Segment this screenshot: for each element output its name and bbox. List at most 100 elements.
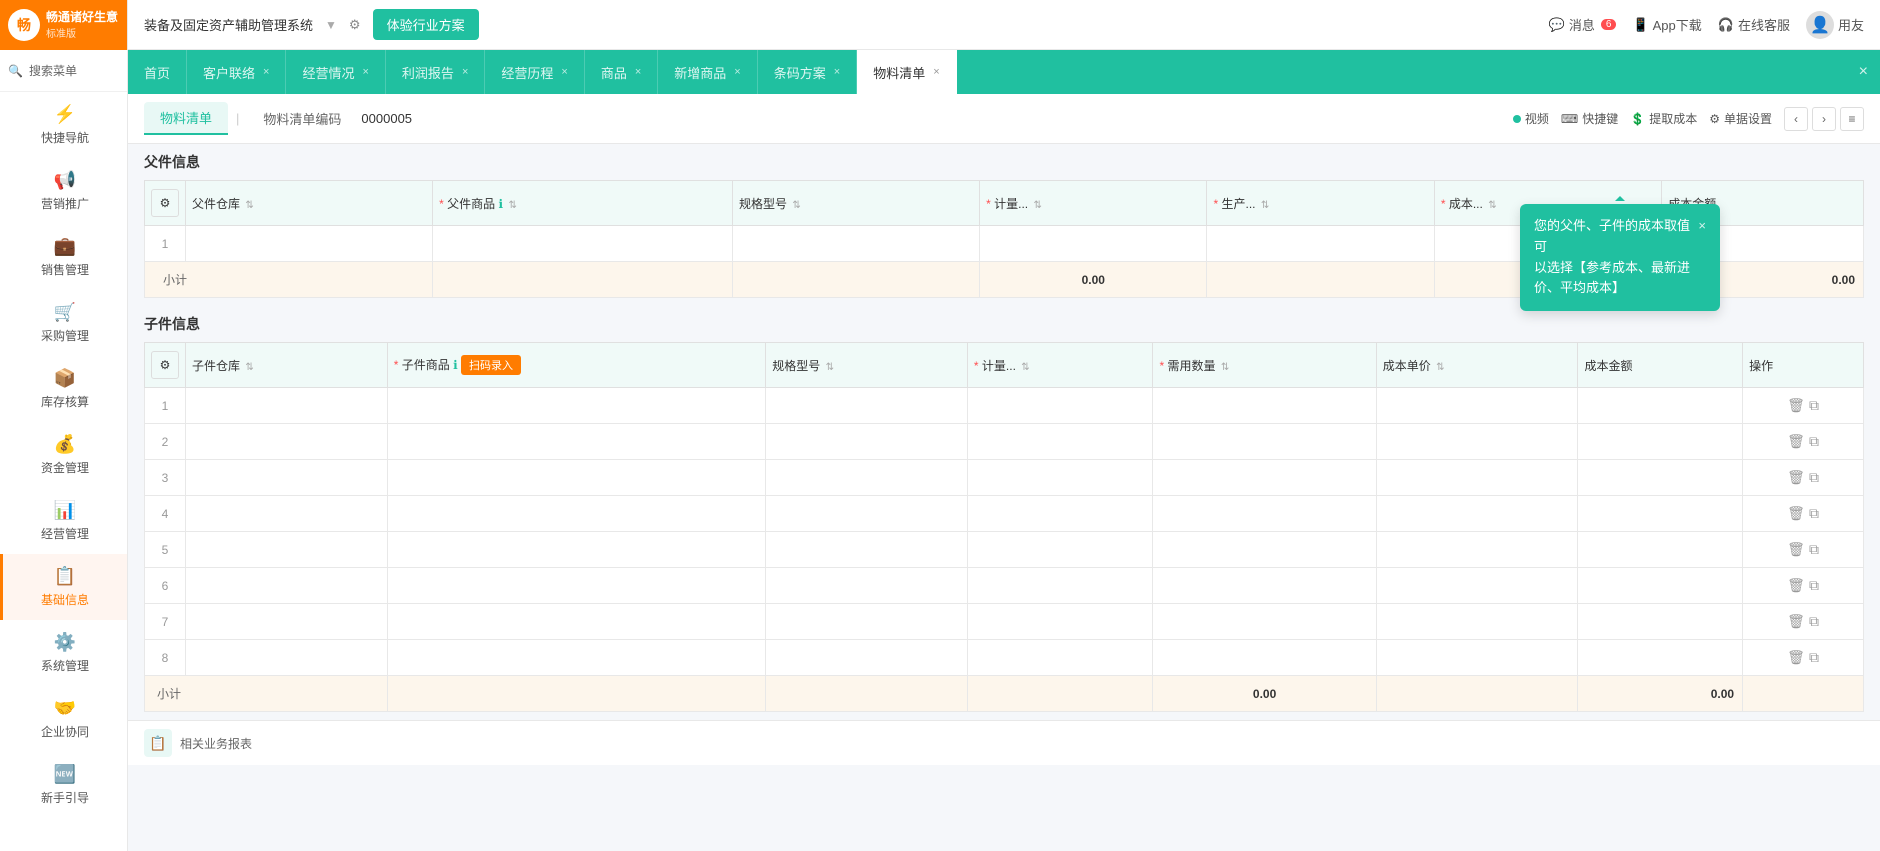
parent-settings-icon[interactable]: ⚙ bbox=[151, 189, 179, 217]
child-warehouse-cell[interactable] bbox=[186, 496, 388, 532]
sidebar-item-basic[interactable]: 📋 基础信息 bbox=[0, 554, 127, 620]
child-unit-cell[interactable] bbox=[967, 424, 1153, 460]
tab-operations-close[interactable]: × bbox=[362, 66, 368, 78]
scan-input-button[interactable]: 扫码录入 bbox=[461, 355, 521, 375]
child-product-cell[interactable] bbox=[387, 496, 766, 532]
delete-icon[interactable]: 🗑 bbox=[1787, 649, 1805, 666]
child-spec-cell[interactable] bbox=[766, 532, 968, 568]
child-warehouse-cell[interactable] bbox=[186, 388, 388, 424]
child-unit-cell[interactable] bbox=[967, 388, 1153, 424]
child-spec-cell[interactable] bbox=[766, 640, 968, 676]
child-qty-cell[interactable] bbox=[1153, 496, 1376, 532]
tooltip-close-button[interactable]: × bbox=[1698, 216, 1706, 237]
tab-barcode[interactable]: 条码方案 × bbox=[758, 50, 857, 94]
child-product-cell[interactable] bbox=[387, 460, 766, 496]
copy-icon[interactable]: ⧉ bbox=[1809, 505, 1819, 522]
sub-tab-bom-code[interactable]: 物料清单编码 bbox=[247, 103, 357, 134]
child-spec-cell[interactable] bbox=[766, 460, 968, 496]
tab-history[interactable]: 经营历程 × bbox=[485, 50, 584, 94]
shortcut-action[interactable]: ⌨ 快捷键 bbox=[1561, 110, 1618, 127]
parent-product-cell[interactable] bbox=[433, 226, 733, 262]
sidebar-item-purchase[interactable]: 🛒 采购管理 bbox=[0, 290, 127, 356]
tab-customer[interactable]: 客户联络 × bbox=[187, 50, 286, 94]
delete-icon[interactable]: 🗑 bbox=[1787, 433, 1805, 450]
message-button[interactable]: 💬 消息 6 bbox=[1549, 15, 1617, 34]
tab-products[interactable]: 商品 × bbox=[585, 50, 658, 94]
child-unit-cost-cell[interactable] bbox=[1376, 424, 1578, 460]
child-unit-cell[interactable] bbox=[967, 568, 1153, 604]
child-unit-cost-cell[interactable] bbox=[1376, 532, 1578, 568]
child-spec-cell[interactable] bbox=[766, 388, 968, 424]
child-spec-cell[interactable] bbox=[766, 568, 968, 604]
child-spec-cell[interactable] bbox=[766, 496, 968, 532]
delete-icon[interactable]: 🗑 bbox=[1787, 613, 1805, 630]
child-settings-icon[interactable]: ⚙ bbox=[151, 351, 179, 379]
delete-icon[interactable]: 🗑 bbox=[1787, 541, 1805, 558]
child-product-cell[interactable] bbox=[387, 532, 766, 568]
tab-new-products[interactable]: 新增商品 × bbox=[658, 50, 757, 94]
sidebar-item-guide[interactable]: 🆕 新手引导 bbox=[0, 752, 127, 818]
parent-unit-cell[interactable] bbox=[980, 226, 1207, 262]
delete-icon[interactable]: 🗑 bbox=[1787, 505, 1805, 522]
copy-icon[interactable]: ⧉ bbox=[1809, 433, 1819, 450]
child-qty-cell[interactable] bbox=[1153, 568, 1376, 604]
child-warehouse-cell[interactable] bbox=[186, 532, 388, 568]
tab-products-close[interactable]: × bbox=[635, 66, 641, 78]
parent-warehouse-cell[interactable] bbox=[186, 226, 433, 262]
sub-tab-bom-list[interactable]: 物料清单 bbox=[144, 102, 228, 135]
child-spec-cell[interactable] bbox=[766, 424, 968, 460]
child-warehouse-cell[interactable] bbox=[186, 568, 388, 604]
child-warehouse-cell[interactable] bbox=[186, 640, 388, 676]
tab-bom[interactable]: 物料清单 × bbox=[857, 50, 956, 94]
sidebar-item-marketing[interactable]: 📢 营销推广 bbox=[0, 158, 127, 224]
child-product-cell[interactable] bbox=[387, 388, 766, 424]
try-plan-button[interactable]: 体验行业方案 bbox=[373, 9, 479, 40]
tab-barcode-close[interactable]: × bbox=[834, 66, 840, 78]
app-download-button[interactable]: 📱 App下载 bbox=[1632, 15, 1701, 34]
child-unit-cell[interactable] bbox=[967, 532, 1153, 568]
copy-icon[interactable]: ⧉ bbox=[1809, 469, 1819, 486]
child-warehouse-cell[interactable] bbox=[186, 424, 388, 460]
child-unit-cost-cell[interactable] bbox=[1376, 496, 1578, 532]
child-qty-cell[interactable] bbox=[1153, 460, 1376, 496]
child-product-cell[interactable] bbox=[387, 640, 766, 676]
child-unit-cell[interactable] bbox=[967, 496, 1153, 532]
settings-icon[interactable]: ⚙ bbox=[349, 17, 361, 33]
copy-icon[interactable]: ⧉ bbox=[1809, 613, 1819, 630]
copy-icon[interactable]: ⧉ bbox=[1809, 397, 1819, 414]
child-unit-cost-cell[interactable] bbox=[1376, 640, 1578, 676]
sidebar-item-inventory[interactable]: 📦 库存核算 bbox=[0, 356, 127, 422]
child-warehouse-cell[interactable] bbox=[186, 604, 388, 640]
settings-action[interactable]: ⚙ 单据设置 bbox=[1709, 110, 1772, 127]
user-menu[interactable]: 👤 用友 bbox=[1806, 11, 1864, 39]
tab-customer-close[interactable]: × bbox=[263, 66, 269, 78]
sidebar-item-system[interactable]: ⚙️ 系统管理 bbox=[0, 620, 127, 686]
tab-history-close[interactable]: × bbox=[561, 66, 567, 78]
parent-spec-cell[interactable] bbox=[732, 226, 979, 262]
sidebar-item-quicknav[interactable]: ⚡ 快捷导航 bbox=[0, 92, 127, 158]
nav-prev-button[interactable]: ‹ bbox=[1784, 107, 1808, 131]
child-qty-cell[interactable] bbox=[1153, 388, 1376, 424]
tab-new-products-close[interactable]: × bbox=[734, 66, 740, 78]
nav-next-button[interactable]: › bbox=[1812, 107, 1836, 131]
child-spec-cell[interactable] bbox=[766, 604, 968, 640]
sidebar-item-finance[interactable]: 💰 资金管理 bbox=[0, 422, 127, 488]
online-service-button[interactable]: 🎧 在线客服 bbox=[1718, 15, 1790, 34]
copy-icon[interactable]: ⧉ bbox=[1809, 577, 1819, 594]
child-unit-cell[interactable] bbox=[967, 604, 1153, 640]
close-all-tabs-button[interactable]: × bbox=[1847, 50, 1880, 94]
child-warehouse-cell[interactable] bbox=[186, 460, 388, 496]
nav-menu-button[interactable]: ≡ bbox=[1840, 107, 1864, 131]
child-unit-cost-cell[interactable] bbox=[1376, 604, 1578, 640]
tab-home[interactable]: 首页 bbox=[128, 50, 187, 94]
child-unit-cost-cell[interactable] bbox=[1376, 568, 1578, 604]
tab-operations[interactable]: 经营情况 × bbox=[286, 50, 385, 94]
copy-icon[interactable]: ⧉ bbox=[1809, 649, 1819, 666]
delete-icon[interactable]: 🗑 bbox=[1787, 469, 1805, 486]
child-qty-cell[interactable] bbox=[1153, 640, 1376, 676]
child-product-cell[interactable] bbox=[387, 424, 766, 460]
child-qty-cell[interactable] bbox=[1153, 424, 1376, 460]
search-menu-button[interactable]: 🔍 搜索菜单 bbox=[8, 58, 119, 83]
child-unit-cell[interactable] bbox=[967, 640, 1153, 676]
tab-profit[interactable]: 利润报告 × bbox=[386, 50, 485, 94]
